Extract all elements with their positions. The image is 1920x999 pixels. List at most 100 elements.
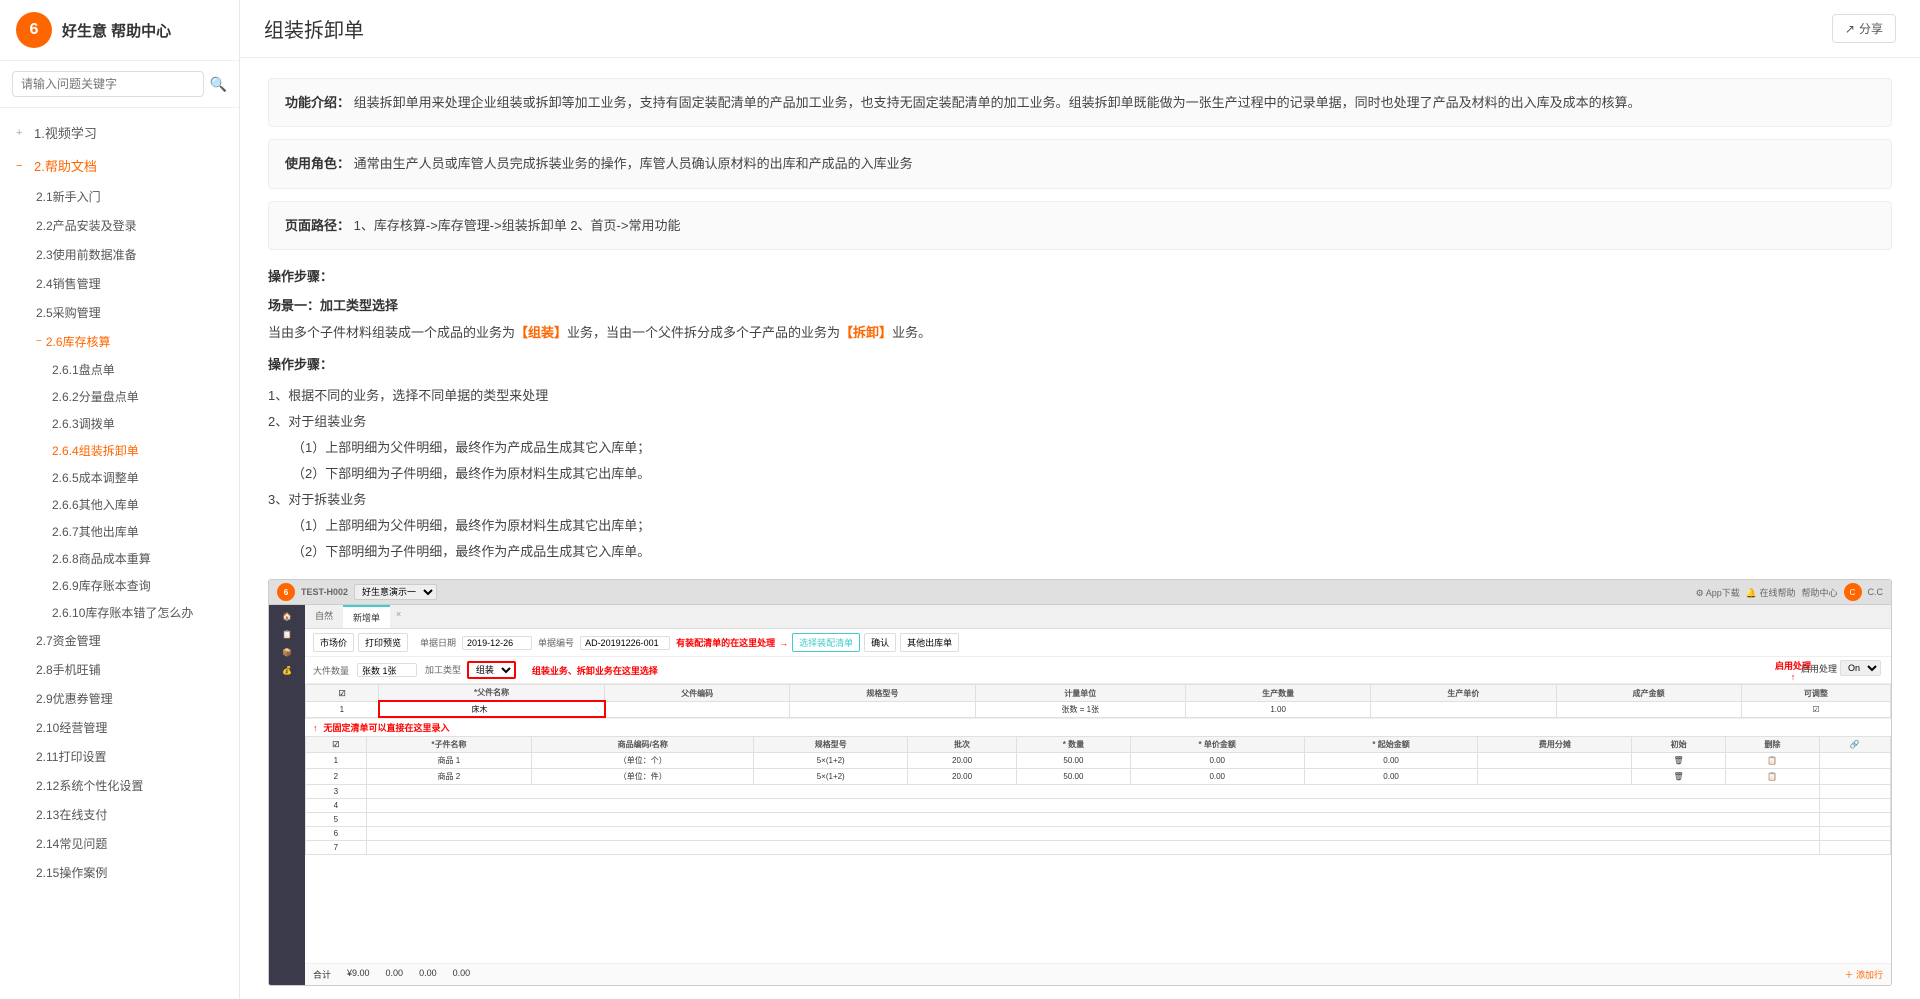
mock-date-input[interactable]: [462, 636, 532, 650]
steps-list: 1、根据不同的业务，选择不同单据的类型来处理 2、对于组装业务 （1）上部明细为…: [268, 383, 1892, 565]
total-v2: 0.00: [419, 968, 437, 981]
sidebar-item-purchase[interactable]: 2.5采购管理: [0, 298, 239, 327]
sidebar-item-personalize[interactable]: 2.12系统个性化设置: [0, 771, 239, 800]
mock-enable-label: 启用处理: [1801, 662, 1837, 675]
ops-title: 操作步骤：: [268, 266, 1892, 285]
step2: 2、对于组装业务: [268, 409, 1892, 435]
mock-tab-home[interactable]: 自然: [305, 605, 343, 628]
sidebar-item-cost-recalc[interactable]: 2.6.8商品成本重算: [0, 545, 239, 572]
table-row: 4: [306, 799, 1891, 813]
mock-logo: 6: [277, 583, 295, 601]
mock-btn-print[interactable]: 打印预览: [358, 633, 408, 652]
sidebar-item-transfer[interactable]: 2.6.3调拨单: [0, 410, 239, 437]
step3-sub: （1）上部明细为父件明细，最终作为原材料生成其它出库单； （2）下部明细为子件明…: [268, 513, 1892, 565]
func-intro-text: 组装拆卸单用来处理企业组装或拆卸等加工业务，支持有固定装配清单的产品加工业务，也…: [354, 95, 1641, 110]
sidebar-item-label: 2.帮助文档: [34, 156, 97, 175]
sidebar-item-finance[interactable]: 2.7资金管理: [0, 626, 239, 655]
step3: 3、对于拆装业务: [268, 487, 1892, 513]
mock-parent-name-input[interactable]: [472, 705, 512, 714]
mock-add-row-btn[interactable]: ＋ 添加行: [1844, 968, 1883, 981]
sidebar-item-cases[interactable]: 2.15操作案例: [0, 858, 239, 887]
search-input[interactable]: [12, 71, 204, 97]
share-icon: ↗: [1845, 22, 1855, 36]
sidebar-item-payment[interactable]: 2.13在线支付: [0, 800, 239, 829]
table-row: 7: [306, 841, 1891, 855]
mock-btn-cancel[interactable]: 其他出库单: [900, 633, 959, 652]
sidebar-item-dataprep[interactable]: 2.3使用前数据准备: [0, 240, 239, 269]
mock-nav-icon1: 🏠: [282, 609, 292, 624]
path-text: 1、库存核算->库存管理->组装拆卸单 2、首页->常用功能: [354, 218, 681, 233]
table-row: 5: [306, 813, 1891, 827]
sidebar-item-cost-adjust[interactable]: 2.6.5成本调整单: [0, 464, 239, 491]
sidebar-item-ops-mgmt[interactable]: 2.10经营管理: [0, 713, 239, 742]
table-row: 1 张数 = 1张 1.00: [306, 701, 1891, 717]
share-button[interactable]: ↗ 分享: [1832, 14, 1896, 43]
sidebar-item-sales[interactable]: 2.4销售管理: [0, 269, 239, 298]
sidebar-item-other-out[interactable]: 2.6.7其他出库单: [0, 518, 239, 545]
search-box: 🔍: [0, 61, 239, 108]
content-area: 功能介绍： 组装拆卸单用来处理企业组装或拆卸等加工业务，支持有固定装配清单的产品…: [240, 58, 1920, 999]
ops-section: 操作步骤： 场景一：加工类型选择 当由多个子件材料组装成一个成品的业务为【组装】…: [268, 266, 1892, 986]
th-price: 生产单价: [1371, 685, 1556, 702]
th-parent-code: 父件编码: [605, 685, 790, 702]
sidebar-item-videos[interactable]: + 1.视频学习: [0, 116, 239, 149]
search-icon[interactable]: 🔍: [210, 76, 227, 93]
mock-nav-icon4: 💰: [282, 663, 292, 678]
path-block: 页面路径： 1、库存核算->库存管理->组装拆卸单 2、首页->常用功能: [268, 201, 1892, 250]
sidebar-item-ledger-query[interactable]: 2.6.9库存账本查询: [0, 572, 239, 599]
mock-nav-icon2: 📋: [282, 627, 292, 642]
screenshot-mock: 6 TEST-H002 好生意演示一 ⚙ App下载 🔔 在线帮助 帮助中心 C…: [268, 579, 1892, 986]
mock-nav-icon3: 📦: [282, 645, 292, 660]
annotation-bom: 有装配清单的在这里处理: [676, 636, 775, 649]
annotation-type: 组装业务、拆卸业务在这里选择: [532, 664, 658, 677]
th-parent-name: *父件名称: [379, 685, 605, 702]
sidebar-item-print[interactable]: 2.11打印设置: [0, 742, 239, 771]
scene1-title: 场景一：加工类型选择: [268, 295, 1892, 314]
arrow-icon-1: →: [779, 638, 788, 648]
mock-company-select[interactable]: 好生意演示一: [354, 584, 437, 600]
scene1-desc: 当由多个子件材料组装成一个成品的业务为【组装】业务，当由一个父件拆分成多个子产品…: [268, 322, 1892, 344]
mock-tab-close[interactable]: ×: [390, 605, 407, 628]
mock-type-label: 加工类型: [425, 665, 461, 675]
sidebar-item-inventory[interactable]: − 2.6库存核算: [0, 327, 239, 356]
chevron-down-icon: −: [36, 336, 42, 347]
parent-name-cell[interactable]: [379, 701, 605, 717]
sidebar-item-newbie[interactable]: 2.1新手入门: [0, 182, 239, 211]
sidebar-item-coupon[interactable]: 2.9优惠券管理: [0, 684, 239, 713]
func-intro-block: 功能介绍： 组装拆卸单用来处理企业组装或拆卸等加工业务，支持有固定装配清单的产品…: [268, 78, 1892, 127]
mock-qty-input[interactable]: [357, 663, 417, 677]
table-row: 6: [306, 827, 1891, 841]
sidebar-item-assemble[interactable]: 2.6.4组装拆卸单: [0, 437, 239, 464]
mock-btn-bom[interactable]: 选择装配清单: [792, 633, 860, 652]
sidebar-item-mobile[interactable]: 2.8手机旺铺: [0, 655, 239, 684]
mock-btn-save[interactable]: 市场价: [313, 633, 354, 652]
sidebar-item-ledger-fix[interactable]: 2.6.10库存账本错了怎么办: [0, 599, 239, 626]
step3-sub1: （1）上部明细为父件明细，最终作为原材料生成其它出库单；: [292, 513, 1892, 539]
disassemble-keyword: 【拆卸】: [840, 325, 892, 340]
sidebar-item-faq[interactable]: 2.14常见问题: [0, 829, 239, 858]
sidebar-nav: + 1.视频学习 − 2.帮助文档 2.1新手入门 2.2产品安装及登录 2.3…: [0, 108, 239, 999]
th-checkbox: ☑: [306, 685, 379, 702]
total-amount: ¥9.00: [347, 968, 370, 981]
sidebar-item-helpdoc[interactable]: − 2.帮助文档: [0, 149, 239, 182]
table-row: 1 商品 1 （单位：个） 5×(1+2) 20.00 50.00 0.00 0…: [306, 753, 1891, 769]
chevron-down-icon: −: [16, 160, 28, 172]
sidebar-item-install[interactable]: 2.2产品安装及登录: [0, 211, 239, 240]
mock-type-select[interactable]: 组装 拆卸: [467, 661, 516, 679]
sidebar-item-partial-stocktake[interactable]: 2.6.2分量盘点单: [0, 383, 239, 410]
th-unit: 计量单位: [975, 685, 1185, 702]
mock-docno-input[interactable]: [580, 636, 670, 650]
mock-btn-confirm[interactable]: 确认: [864, 633, 896, 652]
mock-qty-label: 大件数量: [313, 664, 349, 677]
role-label: 使用角色：: [285, 156, 350, 171]
sidebar-item-stocktake[interactable]: 2.6.1盘点单: [0, 356, 239, 383]
page-title: 组装拆卸单: [264, 14, 364, 43]
path-label: 页面路径：: [285, 218, 350, 233]
sidebar-item-other-in[interactable]: 2.6.6其他入库单: [0, 491, 239, 518]
mock-tab-new[interactable]: 新增单: [343, 605, 390, 628]
sidebar-header: 6 好生意 帮助中心: [0, 0, 239, 61]
step2-sub2: （2）下部明细为子件明细，最终作为原材料生成其它出库单。: [292, 461, 1892, 487]
step3-sub2: （2）下部明细为子件明细，最终作为产成品生成其它入库单。: [292, 539, 1892, 565]
mock-enable-select[interactable]: On Off: [1840, 660, 1881, 676]
th-qty: 生产数量: [1186, 685, 1371, 702]
